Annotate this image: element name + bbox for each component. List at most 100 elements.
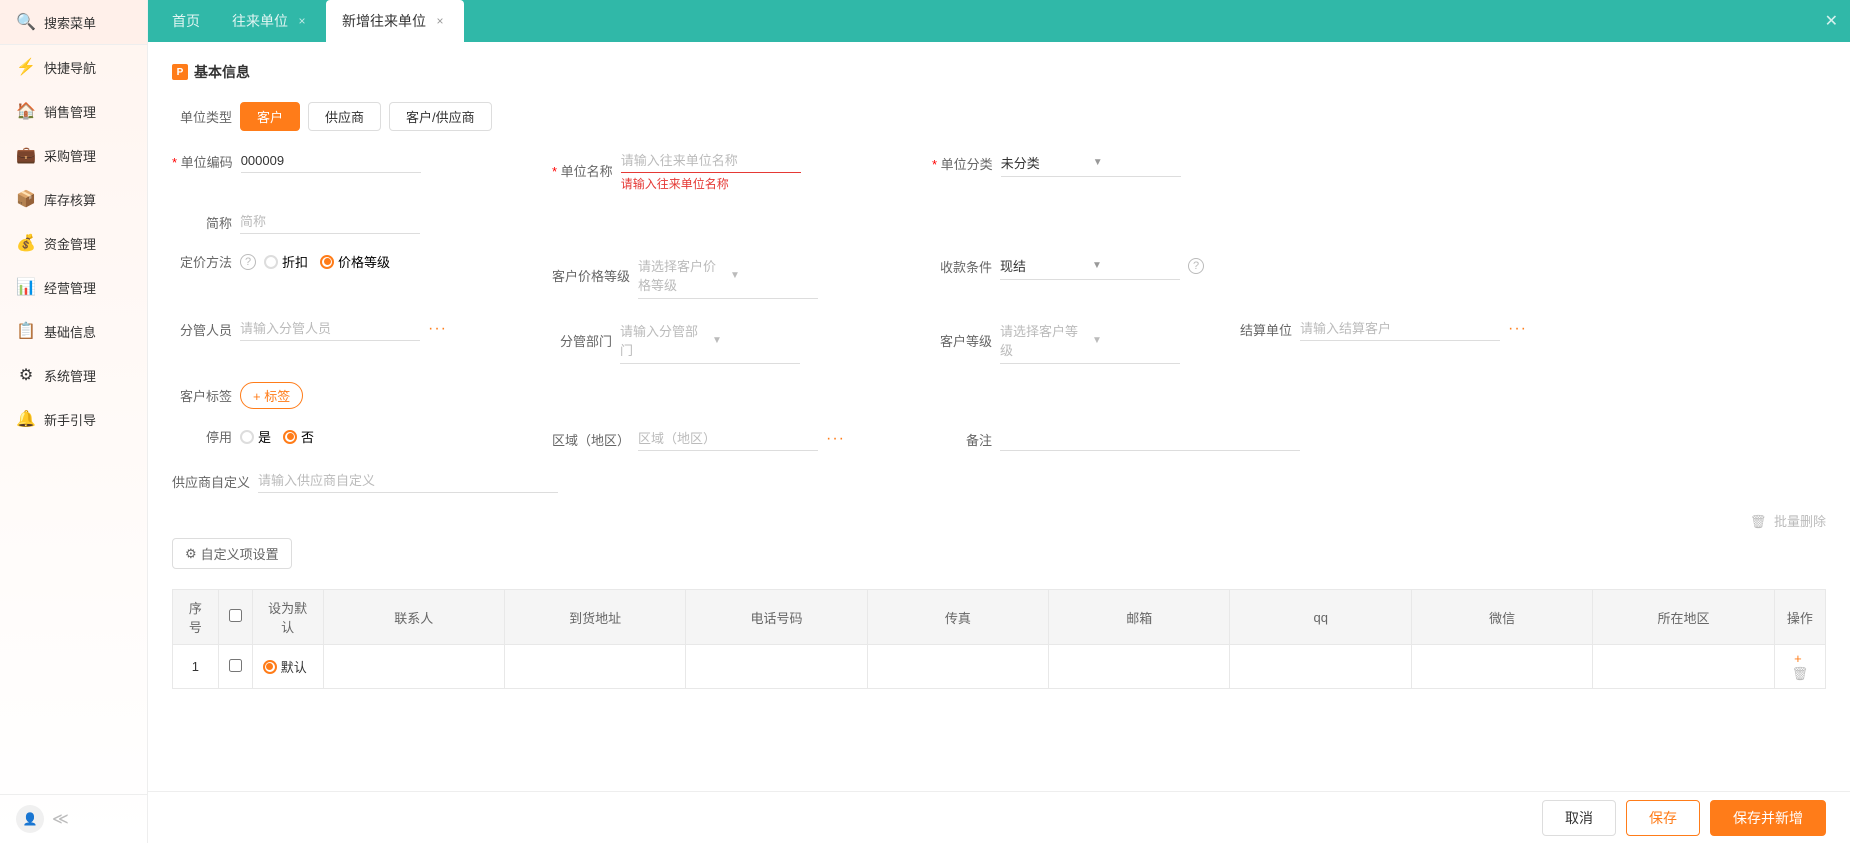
pricing-radio-discount-label: 折扣	[282, 252, 308, 271]
tab-partner-list-close[interactable]: ×	[294, 13, 310, 29]
tab-bar: 首页 往来单位 × 新增往来单位 × ✕	[148, 0, 1850, 42]
add-tag-button[interactable]: + 标签	[240, 382, 303, 409]
qq-input[interactable]	[1240, 659, 1401, 674]
email-input[interactable]	[1059, 659, 1219, 674]
sidebar-item-operations[interactable]: 📊 经营管理	[0, 265, 147, 309]
customer-price-level-select[interactable]: 请选择客户价格等级 ▼	[638, 252, 818, 299]
address-input[interactable]	[515, 659, 675, 674]
sidebar-label-inventory: 库存核算	[44, 190, 96, 209]
unit-btn-supplier[interactable]: 供应商	[308, 102, 381, 131]
row-actions: + 🗑	[1774, 645, 1825, 689]
customer-level-label: 客户等级	[932, 331, 992, 350]
tab-new-partner[interactable]: 新增往来单位 ×	[326, 0, 464, 42]
payment-terms-arrow: ▼	[1092, 260, 1180, 271]
sidebar-item-inventory[interactable]: 📦 库存核算	[0, 177, 147, 221]
row-check[interactable]	[229, 659, 242, 672]
unit-name-input[interactable]	[621, 149, 801, 173]
unit-name-field: 单位名称 请输入往来单位名称	[552, 149, 932, 192]
custom-settings-button[interactable]: ⚙ 自定义项设置	[172, 538, 292, 569]
operations-icon: 📊	[16, 277, 36, 297]
cancel-button[interactable]: 取消	[1542, 800, 1616, 836]
sidebar-item-base[interactable]: 📋 基础信息	[0, 309, 147, 353]
settlement-unit-more-dots[interactable]: ···	[1508, 320, 1527, 338]
unit-name-error: 请输入往来单位名称	[621, 175, 801, 192]
row-add-btn[interactable]: +	[1794, 651, 1802, 666]
save-button[interactable]: 保存	[1626, 800, 1700, 836]
save-new-button[interactable]: 保存并新增	[1710, 800, 1826, 836]
department-select[interactable]: 请输入分管部门 ▼	[620, 317, 800, 364]
sidebar-expand-icon[interactable]: ≪	[52, 809, 69, 829]
manager-more-dots[interactable]: ···	[428, 320, 447, 338]
disable-no[interactable]: 否	[283, 427, 314, 446]
tab-partner-list-label: 往来单位	[232, 11, 288, 31]
supplier-custom-input[interactable]	[258, 469, 558, 493]
disable-yes[interactable]: 是	[240, 427, 271, 446]
payment-help-icon[interactable]: ?	[1188, 258, 1204, 274]
finance-icon: 💰	[16, 233, 36, 253]
unit-code-label: 单位编码	[172, 152, 233, 171]
custom-settings-wrapper: ⚙ 自定义项设置	[172, 538, 1826, 581]
batch-delete-link[interactable]: 🗑 批量删除	[1750, 511, 1826, 530]
customer-level-placeholder: 请选择客户等级	[1000, 321, 1088, 359]
payment-terms-select[interactable]: 现结 ▼	[1000, 252, 1180, 280]
tab-new-partner-close[interactable]: ×	[432, 13, 448, 29]
unit-code-input[interactable]	[241, 149, 421, 173]
unit-category-field: 单位分类 未分类 ▼	[932, 149, 1826, 177]
manager-label: 分管人员	[172, 320, 232, 339]
pricing-help-icon[interactable]: ?	[240, 254, 256, 270]
purchase-icon: 💼	[16, 145, 36, 165]
sidebar-item-quick-nav[interactable]: ⚡ 快捷导航	[0, 45, 147, 89]
custom-settings-label: 自定义项设置	[201, 544, 279, 563]
tab-home[interactable]: 首页	[156, 0, 216, 42]
unit-btn-customer[interactable]: 客户	[240, 102, 300, 131]
pricing-radio-level-circle	[320, 255, 334, 269]
customer-price-level-field: 客户价格等级 请选择客户价格等级 ▼	[552, 252, 932, 299]
region-more-dots[interactable]: ···	[826, 430, 845, 448]
payment-terms-value: 现结	[1000, 256, 1088, 275]
sidebar-item-guide[interactable]: 🔔 新手引导	[0, 397, 147, 441]
col-email: 邮箱	[1049, 590, 1230, 645]
col-region: 所在地区	[1593, 590, 1774, 645]
sidebar-label-operations: 经营管理	[44, 278, 96, 297]
disable-yes-circle	[240, 430, 254, 444]
sidebar-item-finance[interactable]: 💰 资金管理	[0, 221, 147, 265]
manager-input[interactable]	[240, 317, 420, 341]
region-input[interactable]	[638, 427, 818, 451]
customer-price-level-arrow: ▼	[730, 270, 818, 281]
unit-category-select[interactable]: 未分类 ▼	[1001, 149, 1181, 177]
pricing-radio-discount[interactable]: 折扣	[264, 252, 308, 271]
batch-delete-icon: 🗑	[1750, 514, 1767, 529]
wechat-input[interactable]	[1422, 659, 1582, 674]
customer-tag-label: 客户标签	[172, 386, 232, 405]
select-all-checkbox[interactable]	[229, 609, 242, 622]
sidebar-item-search[interactable]: 🔍 搜索菜单	[0, 0, 147, 45]
tab-partner-list[interactable]: 往来单位 ×	[216, 0, 326, 42]
fax-input[interactable]	[878, 659, 1038, 674]
supplier-custom-field: 供应商自定义	[172, 469, 1826, 493]
section-icon: P	[172, 64, 188, 80]
unit-btn-both[interactable]: 客户/供应商	[389, 102, 492, 131]
customer-level-select[interactable]: 请选择客户等级 ▼	[1000, 317, 1180, 364]
department-label: 分管部门	[552, 331, 612, 350]
sidebar-item-purchase[interactable]: 💼 采购管理	[0, 133, 147, 177]
disable-field: 停用 是 否	[172, 427, 552, 446]
customer-price-level-label: 客户价格等级	[552, 266, 630, 285]
remarks-input[interactable]	[1000, 427, 1300, 451]
row-del-btn[interactable]: 🗑	[1792, 666, 1809, 681]
region-label: 区域（地区）	[552, 430, 630, 449]
sidebar-label-sales: 销售管理	[44, 102, 96, 121]
search-icon: 🔍	[16, 12, 36, 32]
short-name-input[interactable]	[240, 210, 420, 234]
phone-input[interactable]	[696, 659, 856, 674]
batch-delete-label: 批量删除	[1774, 514, 1826, 529]
tab-bar-close-all[interactable]: ✕	[1825, 11, 1838, 31]
content-area: P 基本信息 单位类型 客户 供应商 客户/供应商 单位编码 单位名称	[148, 42, 1850, 791]
sidebar-item-system[interactable]: ⚙ 系统管理	[0, 353, 147, 397]
sidebar-item-sales[interactable]: 🏠 销售管理	[0, 89, 147, 133]
row-default-radio[interactable]: 默认	[263, 657, 313, 676]
settlement-unit-input[interactable]	[1300, 317, 1500, 341]
pricing-radio-level[interactable]: 价格等级	[320, 252, 390, 271]
row-region-input-field[interactable]	[1603, 659, 1763, 674]
contact-input[interactable]	[334, 659, 494, 674]
supplier-custom-row: 供应商自定义	[172, 469, 1826, 493]
